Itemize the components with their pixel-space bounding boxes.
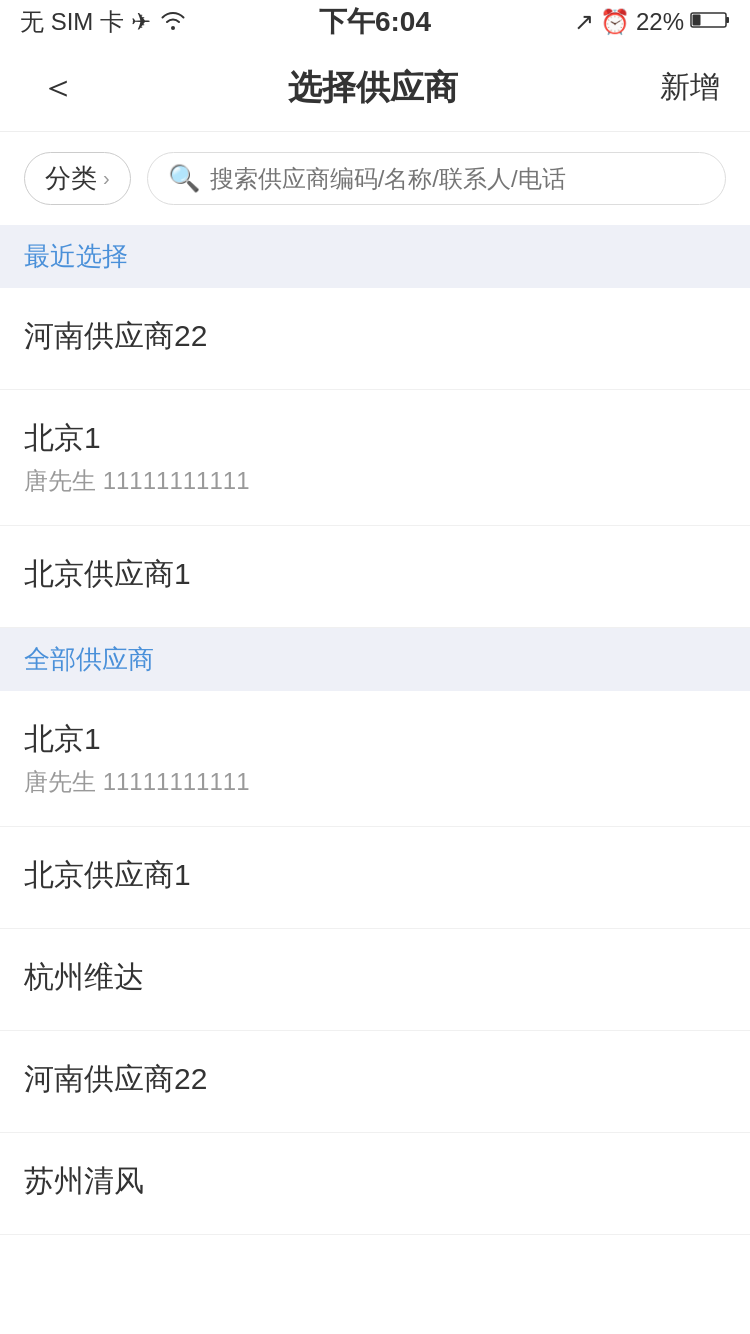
all-list-item[interactable]: 河南供应商22 — [0, 1031, 750, 1133]
status-left: 无 SIM 卡 ✈ — [20, 6, 187, 38]
alarm-icon: ⏰ — [600, 8, 630, 36]
status-right: ↗ ⏰ 22% — [574, 8, 730, 36]
battery-icon — [690, 8, 730, 36]
recent-list-item[interactable]: 北京1 唐先生 11111111111 — [0, 390, 750, 526]
search-icon: 🔍 — [168, 163, 200, 194]
all-list-item[interactable]: 北京供应商1 — [0, 827, 750, 929]
battery-text: 22% — [636, 8, 684, 36]
item-name: 北京供应商1 — [24, 855, 726, 896]
recent-list-item[interactable]: 北京供应商1 — [0, 526, 750, 628]
status-time: 下午6:04 — [319, 3, 431, 41]
item-name: 北京供应商1 — [24, 554, 726, 595]
item-name: 杭州维达 — [24, 957, 726, 998]
item-name: 苏州清风 — [24, 1161, 726, 1202]
all-list-item[interactable]: 苏州清风 — [0, 1133, 750, 1235]
status-bar: 无 SIM 卡 ✈ 下午6:04 ↗ ⏰ 22% — [0, 0, 750, 44]
wifi-icon — [159, 8, 187, 36]
search-box: 🔍 — [147, 152, 726, 205]
all-items-list: 北京1 唐先生 11111111111 北京供应商1 杭州维达 河南供应商22 苏… — [0, 691, 750, 1235]
item-sub: 唐先生 11111111111 — [24, 465, 726, 497]
back-button[interactable]: ＜ — [30, 53, 86, 122]
new-action-button[interactable]: 新增 — [660, 67, 720, 108]
location-icon: ↗ — [574, 8, 594, 36]
item-name: 河南供应商22 — [24, 316, 726, 357]
item-sub: 唐先生 11111111111 — [24, 766, 726, 798]
recent-section-header: 最近选择 — [0, 225, 750, 288]
all-list-item[interactable]: 北京1 唐先生 11111111111 — [0, 691, 750, 827]
all-list-item[interactable]: 杭州维达 — [0, 929, 750, 1031]
category-label: 分类 — [45, 161, 97, 196]
recent-list-item[interactable]: 河南供应商22 — [0, 288, 750, 390]
item-name: 北京1 — [24, 418, 726, 459]
nav-title: 选择供应商 — [288, 65, 458, 111]
item-name: 河南供应商22 — [24, 1059, 726, 1100]
chevron-right-icon: › — [103, 167, 110, 190]
category-filter-button[interactable]: 分类 › — [24, 152, 131, 205]
item-name: 北京1 — [24, 719, 726, 760]
svg-rect-1 — [726, 17, 729, 23]
all-section-header: 全部供应商 — [0, 628, 750, 691]
search-input[interactable] — [210, 165, 705, 193]
no-sim-text: 无 SIM 卡 ✈ — [20, 6, 151, 38]
nav-bar: ＜ 选择供应商 新增 — [0, 44, 750, 132]
recent-items-list: 河南供应商22 北京1 唐先生 11111111111 北京供应商1 — [0, 288, 750, 628]
filter-bar: 分类 › 🔍 — [0, 132, 750, 225]
svg-rect-2 — [693, 15, 701, 26]
